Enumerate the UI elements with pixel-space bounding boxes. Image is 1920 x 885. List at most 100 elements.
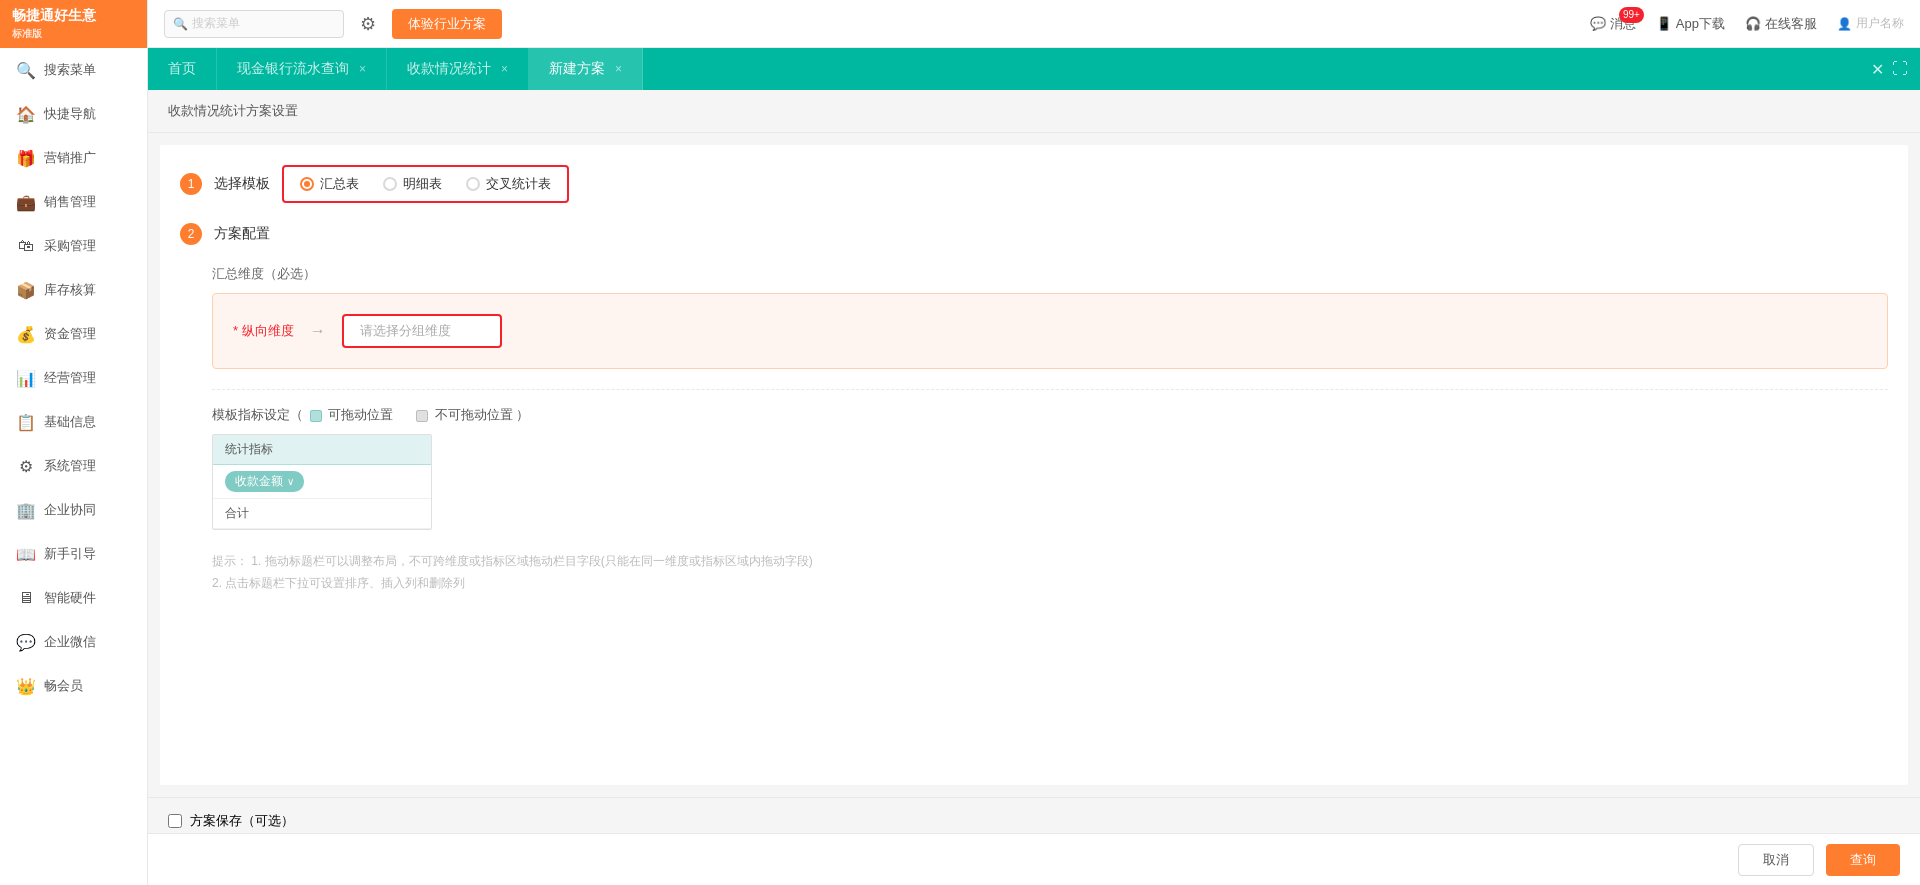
sidebar-item-label: 新手引导 — [44, 545, 96, 563]
draggable-legend-label: 可拖动位置 — [328, 407, 393, 422]
radio-detail[interactable]: 明细表 — [383, 175, 442, 193]
tab-maximize-icon[interactable]: ⛶ — [1892, 60, 1908, 78]
sidebar-item-label: 企业微信 — [44, 633, 96, 651]
save-row-label: 方案保存（可选） — [190, 812, 294, 830]
online-service-button[interactable]: 🎧 在线客服 — [1745, 15, 1817, 33]
radio-cross-circle — [466, 177, 480, 191]
top-header: 🔍 搜索菜单 ⚙ 体验行业方案 💬 消息 99+ 📱 App下载 🎧 在线客服 … — [148, 0, 1920, 48]
tab-new-plan-close-icon[interactable]: × — [615, 62, 622, 76]
sidebar-item-sales[interactable]: 💼 销售管理 — [0, 180, 147, 224]
radio-summary[interactable]: 汇总表 — [300, 175, 359, 193]
settings-gear-icon[interactable]: ⚙ — [360, 13, 376, 35]
search-icon: 🔍 — [173, 17, 188, 31]
radio-summary-label: 汇总表 — [320, 175, 359, 193]
breadcrumb: 收款情况统计方案设置 — [148, 90, 1920, 133]
dim-selector-placeholder: 请选择分组维度 — [360, 323, 451, 338]
save-row: 方案保存（可选） — [148, 797, 1920, 833]
step1-row: 1 选择模板 汇总表 明细表 交叉统计表 — [180, 165, 1888, 203]
tab-receipt-stat-close-icon[interactable]: × — [501, 62, 508, 76]
step2-title: 方案配置 — [214, 225, 270, 243]
stat-tag[interactable]: 收款金额 ∨ — [225, 471, 304, 492]
indicator-section: 模板指标设定（ 可拖动位置 不可拖动位置 ） 统计指标 — [212, 406, 1888, 530]
system-icon: ⚙ — [16, 457, 36, 476]
fixed-legend-dot — [416, 410, 428, 422]
template-radio-group: 汇总表 明细表 交叉统计表 — [282, 165, 569, 203]
logo-name: 畅捷通好生意 — [12, 7, 96, 25]
sidebar-item-label: 快捷导航 — [44, 105, 96, 123]
sidebar-item-label: 营销推广 — [44, 149, 96, 167]
sidebar-item-purchase[interactable]: 🛍 采购管理 — [0, 224, 147, 268]
sidebar-item-label: 畅会员 — [44, 677, 83, 695]
sidebar-item-basic-info[interactable]: 📋 基础信息 — [0, 400, 147, 444]
app-download-icon: 📱 — [1656, 16, 1672, 31]
query-button[interactable]: 查询 — [1826, 844, 1900, 876]
dimension-row: * 纵向维度 → 请选择分组维度 — [233, 314, 1867, 348]
stat-subtotal-cell: 合计 — [213, 499, 431, 529]
sidebar-item-marketing[interactable]: 🎁 营销推广 — [0, 136, 147, 180]
member-icon: 👑 — [16, 677, 36, 696]
stat-table: 统计指标 收款金额 ∨ 合计 — [212, 434, 432, 530]
sidebar-item-operation[interactable]: 📊 经营管理 — [0, 356, 147, 400]
tab-bank-flow-close-icon[interactable]: × — [359, 62, 366, 76]
sidebar-item-wechat[interactable]: 💬 企业微信 — [0, 620, 147, 664]
sidebar-item-beginner[interactable]: 📖 新手引导 — [0, 532, 147, 576]
stat-tag-chevron-icon: ∨ — [287, 476, 294, 487]
purchase-icon: 🛍 — [16, 237, 36, 255]
tab-receipt-stat-label: 收款情况统计 — [407, 60, 491, 78]
tab-bar: 首页 现金银行流水查询 × 收款情况统计 × 新建方案 × ✕ ⛶ — [148, 48, 1920, 90]
sidebar-item-smart-hw[interactable]: 🖥 智能硬件 — [0, 576, 147, 620]
trial-industry-button[interactable]: 体验行业方案 — [392, 9, 502, 39]
content-area: 收款情况统计方案设置 1 选择模板 汇总表 明细表 — [148, 90, 1920, 833]
content-body: 1 选择模板 汇总表 明细表 交叉统计表 — [160, 145, 1908, 785]
tab-bank-flow-label: 现金银行流水查询 — [237, 60, 349, 78]
tips-section: 提示： 1. 拖动标题栏可以调整布局，不可跨维度或指标区域拖动栏目字段(只能在同… — [212, 550, 1888, 594]
gift-icon: 🎁 — [16, 149, 36, 168]
tab-new-plan-label: 新建方案 — [549, 60, 605, 78]
save-checkbox[interactable] — [168, 814, 182, 828]
sidebar-item-label: 企业协同 — [44, 501, 96, 519]
radio-detail-circle — [383, 177, 397, 191]
app-download-button[interactable]: 📱 App下载 — [1656, 15, 1725, 33]
stat-tag-label: 收款金额 — [235, 473, 283, 490]
tip-line1: 提示： 1. 拖动标题栏可以调整布局，不可跨维度或指标区域拖动栏目字段(只能在同… — [212, 550, 1888, 572]
operation-icon: 📊 — [16, 369, 36, 388]
sidebar-item-search-menu[interactable]: 🔍 搜索菜单 — [0, 48, 147, 92]
radio-detail-label: 明细表 — [403, 175, 442, 193]
dim-selector-dropdown[interactable]: 请选择分组维度 — [342, 314, 502, 348]
radio-cross[interactable]: 交叉统计表 — [466, 175, 551, 193]
sidebar-item-label: 资金管理 — [44, 325, 96, 343]
user-avatar-icon: 👤 — [1837, 17, 1852, 31]
service-label: 在线客服 — [1765, 15, 1817, 33]
step1-badge: 1 — [180, 173, 202, 195]
finance-icon: 💰 — [16, 325, 36, 344]
tab-close-window-icon[interactable]: ✕ — [1871, 60, 1884, 79]
sidebar-item-enterprise[interactable]: 🏢 企业协同 — [0, 488, 147, 532]
indicator-label-row: 模板指标设定（ 可拖动位置 不可拖动位置 ） — [212, 406, 1888, 424]
summary-section-label: 汇总维度（必选） — [212, 265, 1888, 283]
tab-new-plan[interactable]: 新建方案 × — [529, 48, 643, 90]
message-badge: 99+ — [1619, 7, 1644, 23]
tab-home-label: 首页 — [168, 60, 196, 78]
sales-icon: 💼 — [16, 193, 36, 212]
search-placeholder: 搜索菜单 — [192, 15, 240, 32]
indicator-label-prefix: 模板指标设定（ — [212, 407, 303, 422]
sidebar: 畅捷通好生意 标准版 🔍 搜索菜单 🏠 快捷导航 🎁 营销推广 💼 销售管理 🛍… — [0, 0, 148, 885]
sidebar-item-quick-nav[interactable]: 🏠 快捷导航 — [0, 92, 147, 136]
tab-receipt-stat[interactable]: 收款情况统计 × — [387, 48, 529, 90]
radio-summary-circle — [300, 177, 314, 191]
sidebar-item-system[interactable]: ⚙ 系统管理 — [0, 444, 147, 488]
wechat-icon: 💬 — [16, 633, 36, 652]
header-search-box[interactable]: 🔍 搜索菜单 — [164, 10, 344, 38]
sidebar-item-member[interactable]: 👑 畅会员 — [0, 664, 147, 708]
cancel-button[interactable]: 取消 — [1738, 844, 1814, 876]
sidebar-item-finance[interactable]: 💰 资金管理 — [0, 312, 147, 356]
sidebar-item-inventory[interactable]: 📦 库存核算 — [0, 268, 147, 312]
user-info[interactable]: 👤 用户名称 — [1837, 15, 1904, 32]
tab-bank-flow[interactable]: 现金银行流水查询 × — [217, 48, 387, 90]
sidebar-item-label: 经营管理 — [44, 369, 96, 387]
smart-hw-icon: 🖥 — [16, 589, 36, 607]
sidebar-item-label: 基础信息 — [44, 413, 96, 431]
tab-home[interactable]: 首页 — [148, 48, 217, 90]
message-button[interactable]: 💬 消息 99+ — [1590, 15, 1636, 33]
fixed-legend-label: 不可拖动位置 — [435, 407, 513, 422]
